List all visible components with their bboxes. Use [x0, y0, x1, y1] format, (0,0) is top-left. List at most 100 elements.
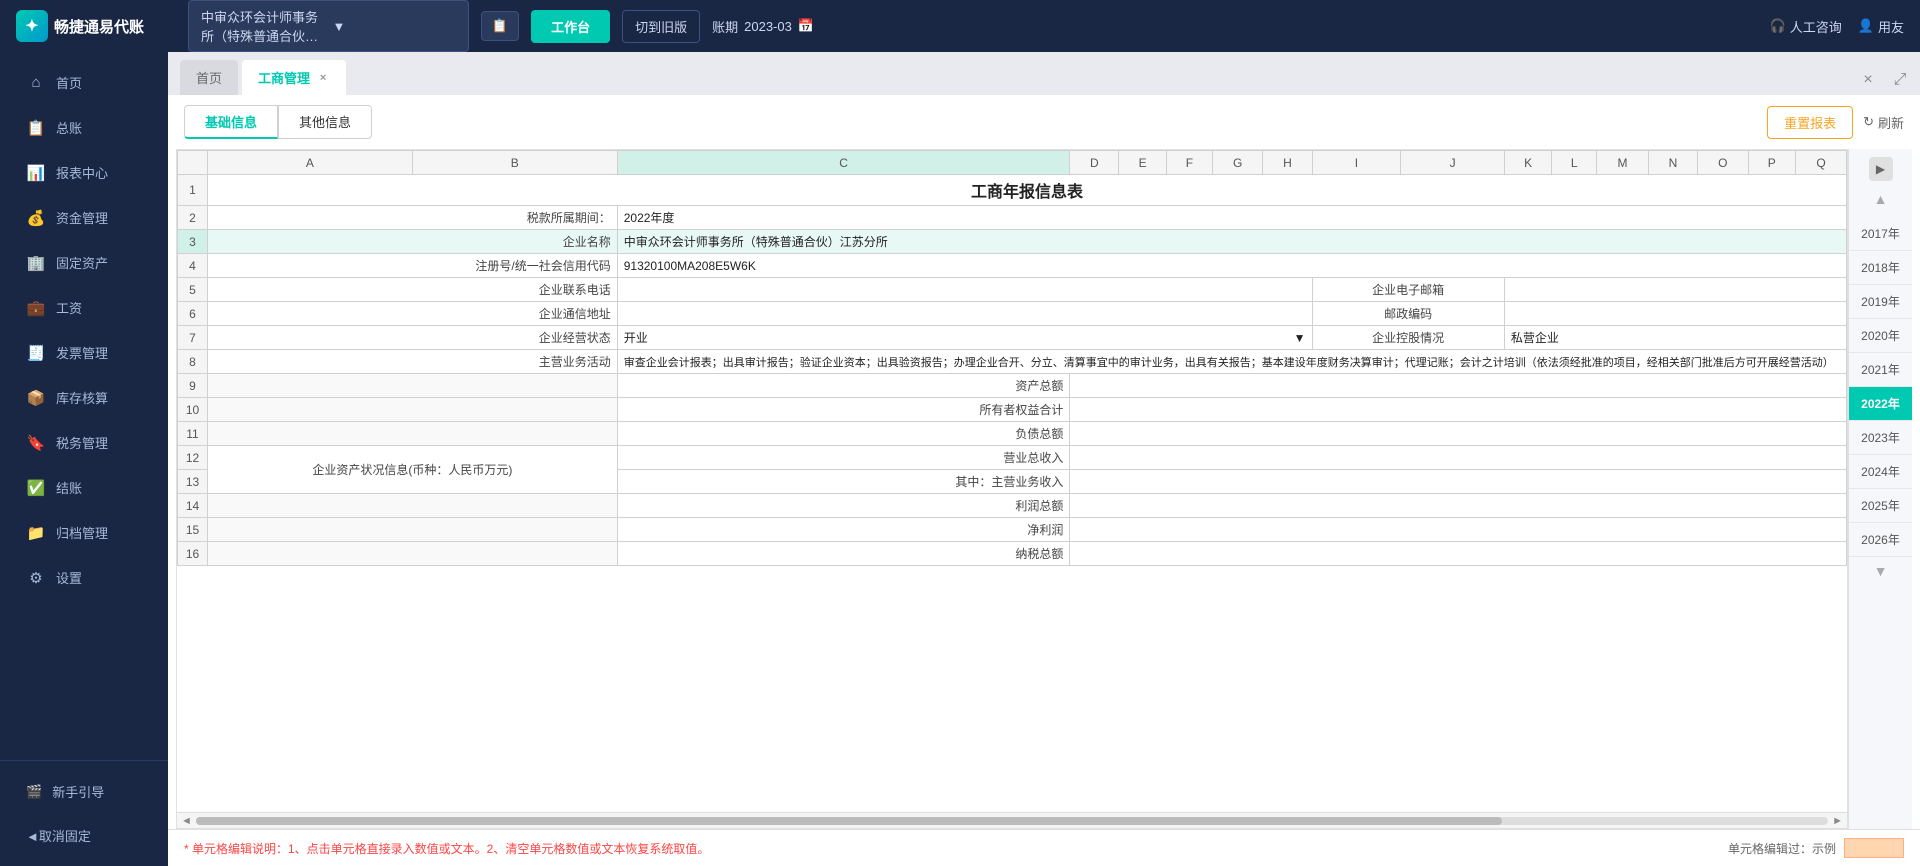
- year-item-2021[interactable]: 2021年: [1849, 353, 1912, 387]
- cell-postal-value[interactable]: [1504, 302, 1846, 326]
- table-row: 8 主营业务活动 审查企业会计报表；出具审计报告；验证企业资本；出具验资报告；办…: [178, 350, 1847, 374]
- user-item[interactable]: 👤 用友: [1858, 17, 1904, 36]
- period-label: 账期: [712, 17, 738, 36]
- tax-icon: 🔖: [26, 434, 46, 452]
- table-row: 10 所有者权益合计: [178, 398, 1847, 422]
- workbench-button[interactable]: 工作台: [531, 10, 610, 43]
- sidebar-item-settings[interactable]: ⚙ 设置: [6, 556, 162, 599]
- panel-collapse-btn[interactable]: ▶: [1869, 157, 1893, 181]
- col-header-g[interactable]: G: [1212, 151, 1263, 175]
- year-item-2017[interactable]: 2017年: [1849, 217, 1912, 251]
- sidebar-item-tax[interactable]: 🔖 税务管理: [6, 421, 162, 464]
- scroll-right-icon[interactable]: ►: [1832, 815, 1843, 827]
- home-icon: ⌂: [26, 74, 46, 91]
- cell-phone-value[interactable]: [617, 278, 1312, 302]
- top-header: ✦ 畅捷通易代账 中审众环会计师事务所（特殊普通合伙… ▼ 📋 工作台 切到旧版…: [0, 0, 1920, 52]
- sidebar-item-reports[interactable]: 📊 报表中心: [6, 151, 162, 194]
- cell-profit-value[interactable]: [1070, 494, 1847, 518]
- dropdown-icon: ▼: [1294, 331, 1306, 345]
- copy-button[interactable]: 📋: [481, 11, 519, 41]
- sidebar-item-assets[interactable]: 🏢 固定资产: [6, 241, 162, 284]
- col-header-c[interactable]: C: [617, 151, 1070, 175]
- year-item-2024[interactable]: 2024年: [1849, 455, 1912, 489]
- cell-period-value[interactable]: 2022年度: [617, 206, 1846, 230]
- year-item-2023[interactable]: 2023年: [1849, 421, 1912, 455]
- old-version-button[interactable]: 切到旧版: [622, 10, 700, 43]
- col-header-b[interactable]: B: [412, 151, 617, 175]
- year-item-2018[interactable]: 2018年: [1849, 251, 1912, 285]
- sidebar-item-ledger[interactable]: 📋 总账: [6, 106, 162, 149]
- spreadsheet-container[interactable]: A B C D E F G H I J: [177, 150, 1847, 812]
- cell-title[interactable]: 工商年报信息表: [208, 175, 1847, 206]
- horizontal-scrollbar[interactable]: ◄ ►: [177, 812, 1847, 828]
- sidebar-item-inventory[interactable]: 📦 库存核算: [6, 376, 162, 419]
- panel-up-icon[interactable]: ▲: [1868, 185, 1894, 213]
- col-header-h[interactable]: H: [1263, 151, 1312, 175]
- cell-tax-value[interactable]: [1070, 542, 1847, 566]
- table-row: 2 税款所属期间： 2022年度: [178, 206, 1847, 230]
- col-header-row-num: [178, 151, 208, 175]
- sidebar-item-payroll[interactable]: 💼 工资: [6, 286, 162, 329]
- sidebar-label-ledger: 总账: [56, 118, 82, 137]
- row-num: 2: [178, 206, 208, 230]
- col-header-q[interactable]: Q: [1796, 151, 1847, 175]
- sidebar-item-close[interactable]: ✅ 结账: [6, 466, 162, 509]
- col-header-f[interactable]: F: [1166, 151, 1212, 175]
- company-selector[interactable]: 中审众环会计师事务所（特殊普通合伙… ▼: [188, 0, 469, 52]
- sub-tab-other[interactable]: 其他信息: [278, 105, 372, 139]
- user-label: 用友: [1878, 17, 1904, 36]
- year-item-2025[interactable]: 2025年: [1849, 489, 1912, 523]
- cell-status-value[interactable]: 开业 ▼: [617, 326, 1312, 350]
- sub-tab-basic[interactable]: 基础信息: [184, 105, 278, 139]
- cell-asset-group-label: 企业资产状况信息(币种：人民币万元): [208, 446, 618, 494]
- cell-email-value[interactable]: [1504, 278, 1846, 302]
- cell-company-value[interactable]: 中审众环会计师事务所（特殊普通合伙）江苏分所: [617, 230, 1846, 254]
- cell-address-value[interactable]: [617, 302, 1312, 326]
- year-item-2020[interactable]: 2020年: [1849, 319, 1912, 353]
- scroll-left-icon[interactable]: ◄: [181, 815, 192, 827]
- refresh-button[interactable]: ↻ 刷新: [1863, 113, 1904, 132]
- col-header-l[interactable]: L: [1552, 151, 1597, 175]
- calendar-icon[interactable]: 📅: [798, 18, 814, 34]
- tab-business[interactable]: 工商管理 ×: [242, 60, 346, 95]
- cell-regcode-value[interactable]: 91320100MA208E5W6K: [617, 254, 1846, 278]
- tab-bar: 首页 工商管理 ×: [168, 52, 1920, 95]
- col-header-m[interactable]: M: [1596, 151, 1648, 175]
- cell-liabilities-value[interactable]: [1070, 422, 1847, 446]
- cell-activity-value[interactable]: 审查企业会计报表；出具审计报告；验证企业资本；出具验资报告；办理企业合开、分立、…: [617, 350, 1846, 374]
- col-header-e[interactable]: E: [1119, 151, 1167, 175]
- col-header-n[interactable]: N: [1648, 151, 1697, 175]
- col-header-a[interactable]: A: [208, 151, 413, 175]
- scrollbar-track[interactable]: [196, 817, 1828, 825]
- sidebar-item-guide[interactable]: 🎬 新手引导: [6, 770, 162, 813]
- scrollbar-thumb[interactable]: [196, 817, 1502, 825]
- cell-assets-value[interactable]: [1070, 374, 1847, 398]
- sidebar-unpin[interactable]: ◄取消固定: [6, 814, 162, 857]
- col-header-j[interactable]: J: [1401, 151, 1504, 175]
- cell-shareholding-value[interactable]: 私营企业: [1504, 326, 1846, 350]
- panel-down-icon[interactable]: ▼: [1868, 557, 1894, 585]
- col-header-i[interactable]: I: [1312, 151, 1401, 175]
- year-item-2022[interactable]: 2022年: [1849, 387, 1912, 421]
- col-header-p[interactable]: P: [1748, 151, 1796, 175]
- cell-revenue-value[interactable]: [1070, 446, 1847, 470]
- cell-netprofit-value[interactable]: [1070, 518, 1847, 542]
- sidebar-item-finance[interactable]: 💰 资金管理: [6, 196, 162, 239]
- year-item-2026[interactable]: 2026年: [1849, 523, 1912, 557]
- row-num: 8: [178, 350, 208, 374]
- col-header-o[interactable]: O: [1698, 151, 1749, 175]
- reset-button[interactable]: 重置报表: [1767, 106, 1853, 139]
- col-header-d[interactable]: D: [1070, 151, 1119, 175]
- sidebar-item-invoice[interactable]: 🧾 发票管理: [6, 331, 162, 374]
- main-layout: ⌂ 首页 📋 总账 📊 报表中心 💰 资金管理 🏢 固定资产 💼 工资 🧾 发票…: [0, 52, 1920, 866]
- cell-main-revenue-value[interactable]: [1070, 470, 1847, 494]
- tab-close-icon[interactable]: ×: [316, 71, 330, 85]
- cell-equity-value[interactable]: [1070, 398, 1847, 422]
- year-item-2019[interactable]: 2019年: [1849, 285, 1912, 319]
- col-header-k[interactable]: K: [1504, 151, 1552, 175]
- service-item[interactable]: 🎧 人工咨询: [1770, 17, 1842, 36]
- tab-home[interactable]: 首页: [180, 60, 238, 95]
- sidebar-item-home[interactable]: ⌂ 首页: [6, 61, 162, 104]
- sidebar-item-archive[interactable]: 📁 归档管理: [6, 511, 162, 554]
- sidebar-label-tax: 税务管理: [56, 433, 108, 452]
